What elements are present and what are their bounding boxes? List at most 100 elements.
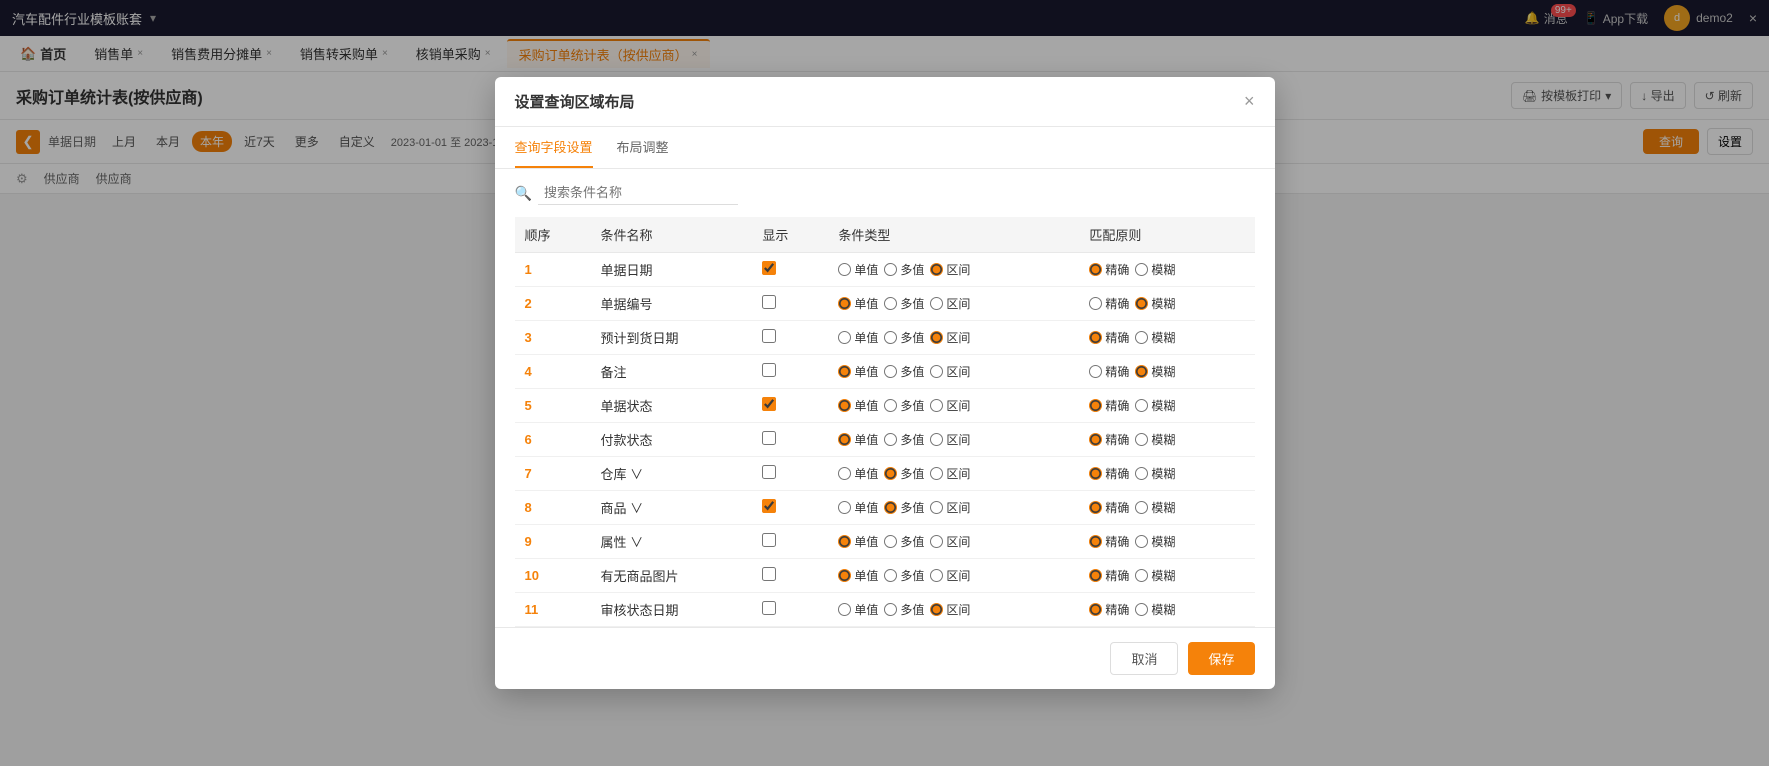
type-option-区间[interactable]: 区间 bbox=[930, 295, 970, 312]
type-radio-多值[interactable] bbox=[884, 603, 897, 616]
dialog-close-button[interactable]: × bbox=[1244, 91, 1255, 112]
row-display[interactable] bbox=[752, 593, 828, 627]
type-radio-多值[interactable] bbox=[884, 365, 897, 378]
display-checkbox[interactable] bbox=[762, 533, 776, 547]
type-option-区间[interactable]: 区间 bbox=[930, 363, 970, 380]
rule-option-精确[interactable]: 精确 bbox=[1089, 465, 1129, 482]
type-option-多值[interactable]: 多值 bbox=[884, 431, 924, 448]
type-radio-区间[interactable] bbox=[930, 263, 943, 276]
type-radio-区间[interactable] bbox=[930, 501, 943, 514]
type-option-单值[interactable]: 单值 bbox=[838, 601, 878, 618]
rule-radio-模糊[interactable] bbox=[1135, 399, 1148, 412]
type-option-单值[interactable]: 单值 bbox=[838, 329, 878, 346]
type-radio-区间[interactable] bbox=[930, 331, 943, 344]
row-display[interactable] bbox=[752, 355, 828, 389]
type-option-区间[interactable]: 区间 bbox=[930, 329, 970, 346]
row-display[interactable] bbox=[752, 287, 828, 321]
type-option-多值[interactable]: 多值 bbox=[884, 397, 924, 414]
type-option-区间[interactable]: 区间 bbox=[930, 261, 970, 278]
display-checkbox[interactable] bbox=[762, 329, 776, 343]
rule-option-精确[interactable]: 精确 bbox=[1089, 329, 1129, 346]
row-display[interactable] bbox=[752, 253, 828, 287]
type-radio-单值[interactable] bbox=[838, 603, 851, 616]
rule-radio-精确[interactable] bbox=[1089, 467, 1102, 480]
save-button[interactable]: 保存 bbox=[1188, 642, 1254, 675]
type-radio-多值[interactable] bbox=[884, 569, 897, 582]
type-radio-多值[interactable] bbox=[884, 297, 897, 310]
dialog-tab-layout[interactable]: 布局调整 bbox=[617, 127, 669, 168]
type-option-多值[interactable]: 多值 bbox=[884, 295, 924, 312]
rule-radio-精确[interactable] bbox=[1089, 365, 1102, 378]
type-option-单值[interactable]: 单值 bbox=[838, 363, 878, 380]
type-option-多值[interactable]: 多值 bbox=[884, 261, 924, 278]
rule-radio-精确[interactable] bbox=[1089, 433, 1102, 446]
rule-radio-模糊[interactable] bbox=[1135, 297, 1148, 310]
type-radio-多值[interactable] bbox=[884, 467, 897, 480]
rule-radio-模糊[interactable] bbox=[1135, 603, 1148, 616]
display-checkbox[interactable] bbox=[762, 499, 776, 513]
type-radio-单值[interactable] bbox=[838, 331, 851, 344]
type-radio-单值[interactable] bbox=[838, 297, 851, 310]
type-option-多值[interactable]: 多值 bbox=[884, 465, 924, 482]
rule-option-模糊[interactable]: 模糊 bbox=[1135, 533, 1175, 550]
type-option-单值[interactable]: 单值 bbox=[838, 431, 878, 448]
row-display[interactable] bbox=[752, 491, 828, 525]
rule-radio-模糊[interactable] bbox=[1135, 535, 1148, 548]
rule-radio-模糊[interactable] bbox=[1135, 467, 1148, 480]
type-radio-区间[interactable] bbox=[930, 467, 943, 480]
type-option-单值[interactable]: 单值 bbox=[838, 295, 878, 312]
rule-option-精确[interactable]: 精确 bbox=[1089, 499, 1129, 516]
type-radio-单值[interactable] bbox=[838, 365, 851, 378]
type-option-单值[interactable]: 单值 bbox=[838, 465, 878, 482]
type-option-区间[interactable]: 区间 bbox=[930, 397, 970, 414]
rule-radio-模糊[interactable] bbox=[1135, 569, 1148, 582]
type-option-区间[interactable]: 区间 bbox=[930, 601, 970, 618]
rule-option-精确[interactable]: 精确 bbox=[1089, 295, 1129, 312]
rule-radio-精确[interactable] bbox=[1089, 501, 1102, 514]
rule-radio-精确[interactable] bbox=[1089, 297, 1102, 310]
rule-option-模糊[interactable]: 模糊 bbox=[1135, 601, 1175, 618]
rule-option-模糊[interactable]: 模糊 bbox=[1135, 431, 1175, 448]
rule-option-精确[interactable]: 精确 bbox=[1089, 533, 1129, 550]
type-radio-区间[interactable] bbox=[930, 603, 943, 616]
type-option-单值[interactable]: 单值 bbox=[838, 533, 878, 550]
type-option-多值[interactable]: 多值 bbox=[884, 533, 924, 550]
row-display[interactable] bbox=[752, 389, 828, 423]
type-radio-区间[interactable] bbox=[930, 535, 943, 548]
type-radio-多值[interactable] bbox=[884, 433, 897, 446]
type-radio-区间[interactable] bbox=[930, 365, 943, 378]
type-option-区间[interactable]: 区间 bbox=[930, 465, 970, 482]
type-radio-单值[interactable] bbox=[838, 399, 851, 412]
type-radio-单值[interactable] bbox=[838, 433, 851, 446]
type-option-多值[interactable]: 多值 bbox=[884, 363, 924, 380]
rule-option-模糊[interactable]: 模糊 bbox=[1135, 295, 1175, 312]
type-radio-多值[interactable] bbox=[884, 263, 897, 276]
display-checkbox[interactable] bbox=[762, 465, 776, 479]
rule-option-模糊[interactable]: 模糊 bbox=[1135, 329, 1175, 346]
type-option-多值[interactable]: 多值 bbox=[884, 329, 924, 346]
display-checkbox[interactable] bbox=[762, 567, 776, 581]
type-radio-多值[interactable] bbox=[884, 399, 897, 412]
rule-option-精确[interactable]: 精确 bbox=[1089, 601, 1129, 618]
rule-radio-精确[interactable] bbox=[1089, 603, 1102, 616]
type-radio-区间[interactable] bbox=[930, 399, 943, 412]
type-option-区间[interactable]: 区间 bbox=[930, 533, 970, 550]
type-option-单值[interactable]: 单值 bbox=[838, 567, 878, 584]
rule-option-模糊[interactable]: 模糊 bbox=[1135, 499, 1175, 516]
rule-option-精确[interactable]: 精确 bbox=[1089, 431, 1129, 448]
display-checkbox[interactable] bbox=[762, 363, 776, 377]
rule-radio-精确[interactable] bbox=[1089, 263, 1102, 276]
dialog-tab-query-fields[interactable]: 查询字段设置 bbox=[515, 127, 593, 168]
row-display[interactable] bbox=[752, 457, 828, 491]
rule-radio-精确[interactable] bbox=[1089, 535, 1102, 548]
type-radio-单值[interactable] bbox=[838, 501, 851, 514]
type-radio-单值[interactable] bbox=[838, 569, 851, 582]
display-checkbox[interactable] bbox=[762, 431, 776, 445]
type-radio-单值[interactable] bbox=[838, 535, 851, 548]
type-option-多值[interactable]: 多值 bbox=[884, 601, 924, 618]
type-radio-区间[interactable] bbox=[930, 297, 943, 310]
type-option-单值[interactable]: 单值 bbox=[838, 397, 878, 414]
type-radio-单值[interactable] bbox=[838, 263, 851, 276]
rule-radio-精确[interactable] bbox=[1089, 399, 1102, 412]
row-display[interactable] bbox=[752, 423, 828, 457]
